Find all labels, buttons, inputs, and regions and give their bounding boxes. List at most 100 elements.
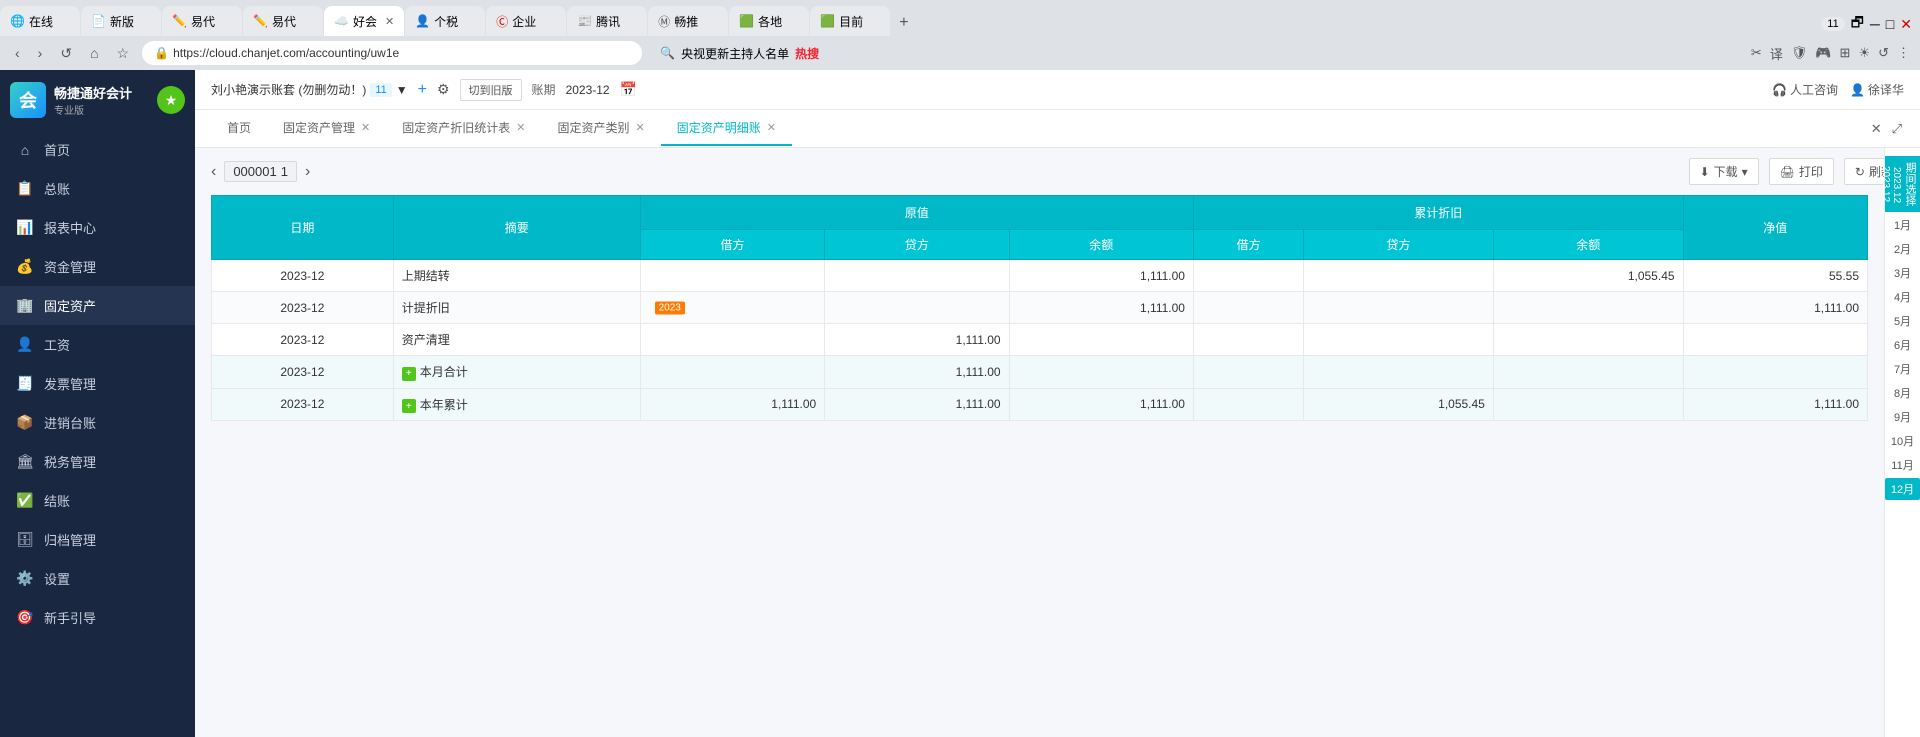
tab-close-btn[interactable]: ✕ (1869, 119, 1884, 139)
sidebar-item-invoice[interactable]: 🧾 发票管理 (0, 364, 195, 403)
app-container: 会 畅捷通好会计 专业版 ★ ⌂ 首页 📋 总账 📊 报表中心 💰 资金管理 (0, 70, 1920, 737)
sidebar-item-purchase[interactable]: 📦 进销台账 (0, 403, 195, 442)
col-header-yz-balance: 余额 (1009, 230, 1193, 260)
sidebar-item-guide[interactable]: 🎯 新手引导 (0, 598, 195, 637)
hot-search-label[interactable]: 热搜 (795, 45, 819, 62)
window-minimize-icon[interactable]: ─ (1870, 16, 1880, 32)
print-btn[interactable]: 🖨 打印 (1769, 158, 1834, 185)
window-maximize-icon[interactable]: □ (1886, 16, 1894, 32)
nav-home-btn[interactable]: ⌂ (85, 43, 103, 63)
col-header-yz-debit: 借方 (640, 230, 824, 260)
sidebar: 会 畅捷通好会计 专业版 ★ ⌂ 首页 📋 总账 📊 报表中心 💰 资金管理 (0, 70, 195, 737)
col-header-lj-credit: 贷方 (1304, 230, 1494, 260)
month-item-12[interactable]: 12月 (1885, 478, 1920, 500)
tab-geshui[interactable]: 👤 个税 (405, 6, 485, 36)
tab-tengxun[interactable]: 📰 腾讯 (567, 6, 647, 36)
page-tab-detail-ledger[interactable]: 固定资产明细账 ✕ (661, 111, 792, 146)
sidebar-icon-1[interactable]: ★ (157, 86, 185, 114)
sidebar-item-salary[interactable]: 👤 工资 (0, 325, 195, 364)
month-item-10[interactable]: 10月 (1885, 430, 1920, 452)
window-restore-icon[interactable]: 🗗 (1851, 12, 1864, 36)
page-tab-assets-category[interactable]: 固定资产类别 ✕ (541, 111, 660, 146)
sidebar-item-home[interactable]: ⌂ 首页 (0, 130, 195, 169)
ai-consult-btn[interactable]: 🎧 人工咨询 (1772, 81, 1838, 98)
ledger-icon: 📋 (16, 180, 34, 198)
table-row: 2023-12 上期结转 1,111.00 1,055.45 55.55 (212, 260, 1868, 292)
sidebar-item-tax[interactable]: 🏛 税务管理 (0, 442, 195, 481)
tab-online[interactable]: 🌐 在线 (0, 6, 80, 36)
tab-fullscreen-btn[interactable]: ⤢ (1890, 119, 1904, 139)
month-item-8[interactable]: 8月 (1885, 382, 1920, 404)
sidebar-label-funds: 资金管理 (44, 257, 96, 276)
undo-icon[interactable]: ↺ (1878, 45, 1889, 61)
grid-icon[interactable]: ⊞ (1840, 45, 1851, 61)
sidebar-item-assets[interactable]: 🏢 固定资产 (0, 286, 195, 325)
page-tab-home[interactable]: 首页 (211, 111, 267, 146)
page-tab-detail-close[interactable]: ✕ (767, 121, 776, 134)
month-item-3[interactable]: 3月 (1885, 262, 1920, 284)
guide-icon: 🎯 (16, 609, 34, 627)
period-selected-2: 2023.12 (1880, 162, 1891, 206)
page-tab-dep-stat-close[interactable]: ✕ (516, 121, 525, 134)
sidebar-item-funds[interactable]: 💰 资金管理 (0, 247, 195, 286)
page-tab-assets-mgmt-close[interactable]: ✕ (361, 121, 370, 134)
sidebar-item-settings[interactable]: ⚙️ 设置 (0, 559, 195, 598)
page-tab-assets-cat-close[interactable]: ✕ (636, 121, 645, 134)
tab-count-badge: 11 (1821, 17, 1844, 31)
sidebar-label-guide: 新手引导 (44, 608, 96, 627)
nav-back-btn[interactable]: ‹ (10, 43, 25, 63)
brightness-icon[interactable]: ☀ (1858, 45, 1870, 61)
tab-changtu[interactable]: Ⓜ 畅推 (648, 6, 728, 36)
month-item-2[interactable]: 2月 (1885, 238, 1920, 260)
shield-icon[interactable]: 🛡 (1791, 45, 1808, 61)
window-close-icon[interactable]: ✕ (1900, 16, 1912, 33)
sidebar-item-close[interactable]: ✅ 结账 (0, 481, 195, 520)
period-code: 000001 (233, 164, 276, 179)
nav-refresh-btn[interactable]: ↺ (55, 43, 77, 64)
user-profile-btn[interactable]: 👤 徐译华 (1850, 81, 1904, 98)
page-tab-assets-mgmt[interactable]: 固定资产管理 ✕ (267, 111, 386, 146)
logo-area: 会 畅捷通好会计 专业版 ★ (0, 70, 195, 130)
row5-date: 2023-12 (212, 388, 394, 421)
switch-version-btn[interactable]: 切到旧版 (460, 79, 522, 101)
month-item-7[interactable]: 7月 (1885, 358, 1920, 380)
tab-gedi[interactable]: 🟩 各地 (729, 6, 809, 36)
period-prev-btn[interactable]: ‹ (211, 163, 216, 181)
translate-icon[interactable]: 译 (1770, 44, 1783, 63)
tab-haohui[interactable]: ☁️ 好会 ✕ (324, 6, 404, 36)
tab-qiye[interactable]: Ⓒ 企业 (486, 6, 566, 36)
settings-icon[interactable]: ⋮ (1897, 45, 1910, 61)
settings-mini-icon[interactable]: ⚙ (437, 81, 450, 98)
period-next-btn[interactable]: › (305, 163, 310, 181)
invoice-icon: 🧾 (16, 375, 34, 393)
row5-yz-credit: 1,111.00 (825, 388, 1009, 421)
row4-date: 2023-12 (212, 356, 394, 389)
tab-close-haohui[interactable]: ✕ (385, 15, 394, 28)
month-item-4[interactable]: 4月 (1885, 286, 1920, 308)
tab-yidai1[interactable]: ✏️ 易代 (162, 6, 242, 36)
nav-star-btn[interactable]: ☆ (112, 43, 135, 64)
company-select[interactable]: 刘小艳演示账套 (勿删勿动！) 11 ▼ (211, 81, 408, 98)
month-item-1[interactable]: 1月 (1885, 214, 1920, 236)
scissors-icon[interactable]: ✂ (1751, 45, 1762, 61)
sidebar-item-ledger[interactable]: 📋 总账 (0, 169, 195, 208)
tab-muqian[interactable]: 🟩 目前 (810, 6, 890, 36)
tab-new[interactable]: 📄 新版 (81, 6, 161, 36)
nav-forward-btn[interactable]: › (33, 43, 48, 63)
month-item-11[interactable]: 11月 (1885, 454, 1920, 476)
download-btn[interactable]: ⬇ 下载 ▾ (1689, 158, 1759, 185)
address-input[interactable]: 🔒 https://cloud.chanjet.com/accounting/u… (142, 41, 642, 65)
sidebar-item-reports[interactable]: 📊 报表中心 (0, 208, 195, 247)
add-btn[interactable]: + (418, 81, 427, 99)
calendar-icon[interactable]: 📅 (620, 81, 637, 98)
new-tab-btn[interactable]: + (891, 10, 916, 36)
sidebar-item-archive[interactable]: 🗄 归档管理 (0, 520, 195, 559)
gamepad-icon[interactable]: 🎮 (1815, 45, 1831, 61)
period-selector-title[interactable]: 期间选择 2023.12 2023.12 (1885, 156, 1920, 212)
month-item-6[interactable]: 6月 (1885, 334, 1920, 356)
month-item-9[interactable]: 9月 (1885, 406, 1920, 428)
tab-yidai2[interactable]: ✏️ 易代 (243, 6, 323, 36)
page-tab-depreciation-stat[interactable]: 固定资产折旧统计表 ✕ (386, 111, 541, 146)
right-tools: 🎧 人工咨询 👤 徐译华 (1772, 81, 1904, 98)
month-item-5[interactable]: 5月 (1885, 310, 1920, 332)
